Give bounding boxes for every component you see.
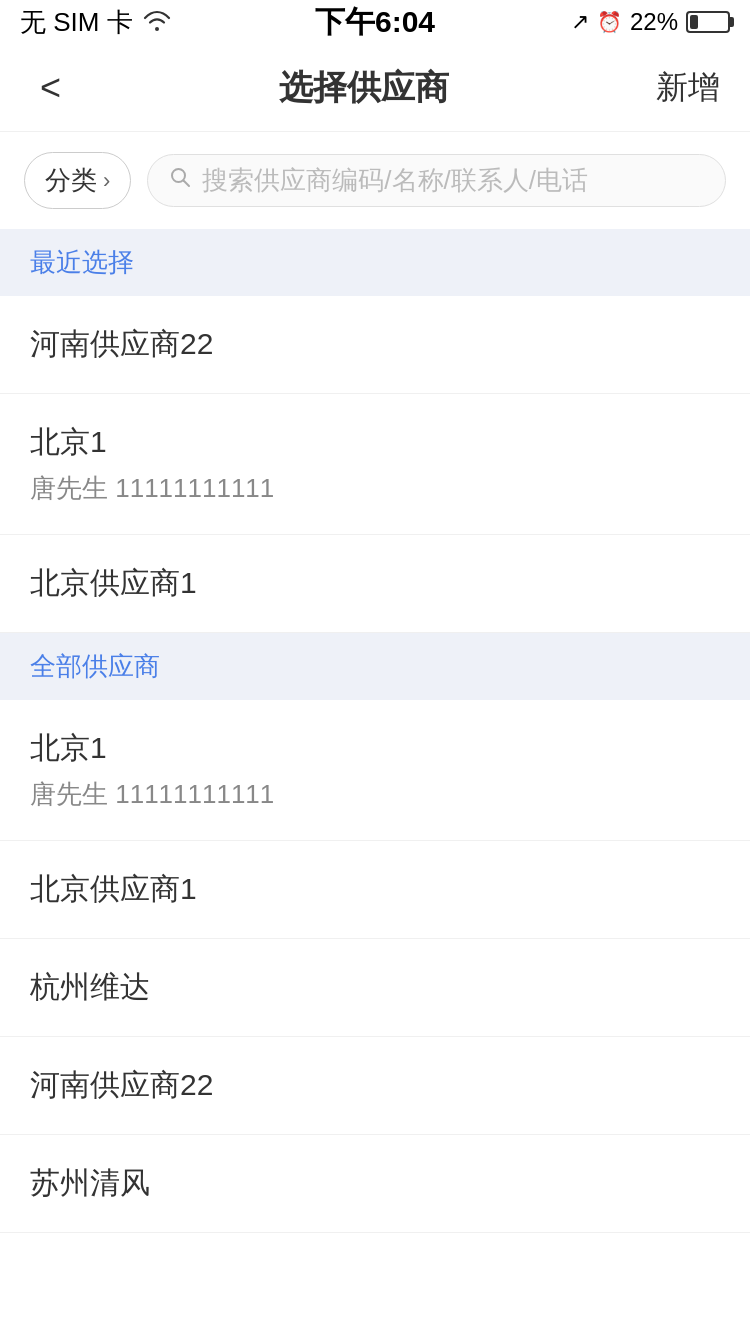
nav-bar: < 选择供应商 新增 — [0, 44, 750, 132]
item-name: 北京1 — [30, 728, 720, 769]
recent-list-item[interactable]: 北京供应商1 — [0, 535, 750, 633]
carrier-text: 无 SIM 卡 — [20, 5, 133, 40]
recent-items-list: 河南供应商22 北京1 唐先生 11111111111 北京供应商1 — [0, 296, 750, 633]
status-time: 下午6:04 — [315, 2, 435, 43]
all-list-item[interactable]: 杭州维达 — [0, 939, 750, 1037]
search-icon — [168, 165, 192, 196]
battery-fill — [690, 15, 698, 29]
add-button[interactable]: 新增 — [656, 66, 720, 110]
category-filter[interactable]: 分类 › — [24, 152, 131, 209]
item-name: 河南供应商22 — [30, 324, 720, 365]
status-left: 无 SIM 卡 — [20, 5, 171, 40]
battery-icon — [686, 11, 730, 33]
search-box[interactable] — [147, 154, 726, 207]
item-name: 河南供应商22 — [30, 1065, 720, 1106]
item-name: 杭州维达 — [30, 967, 720, 1008]
recent-list-item[interactable]: 河南供应商22 — [0, 296, 750, 394]
all-list-item[interactable]: 苏州清风 — [0, 1135, 750, 1233]
search-input[interactable] — [202, 165, 705, 196]
status-bar: 无 SIM 卡 下午6:04 ↗ ⏰ 22% — [0, 0, 750, 44]
svg-line-1 — [184, 181, 190, 187]
chevron-right-icon: › — [103, 168, 110, 194]
all-section-label: 全部供应商 — [30, 651, 160, 681]
battery-percent: 22% — [630, 8, 678, 36]
category-label: 分类 — [45, 163, 97, 198]
all-items-list: 北京1 唐先生 11111111111 北京供应商1 杭州维达河南供应商22 苏州清… — [0, 700, 750, 1233]
item-name: 北京供应商1 — [30, 869, 720, 910]
item-name: 苏州清风 — [30, 1163, 720, 1204]
location-icon: ↗ — [571, 9, 589, 35]
recent-section-label: 最近选择 — [30, 247, 134, 277]
page-title: 选择供应商 — [279, 65, 449, 111]
recent-section-header: 最近选择 — [0, 229, 750, 296]
item-sub: 唐先生 11111111111 — [30, 471, 720, 506]
item-name: 北京1 — [30, 422, 720, 463]
all-list-item[interactable]: 北京供应商1 — [0, 841, 750, 939]
all-section-header: 全部供应商 — [0, 633, 750, 700]
status-right: ↗ ⏰ 22% — [571, 8, 730, 36]
all-list-item[interactable]: 河南供应商22 — [0, 1037, 750, 1135]
item-name: 北京供应商1 — [30, 563, 720, 604]
wifi-icon — [143, 7, 171, 38]
all-list-item[interactable]: 北京1 唐先生 11111111111 — [0, 700, 750, 841]
item-sub: 唐先生 11111111111 — [30, 777, 720, 812]
back-button[interactable]: < — [30, 57, 71, 119]
alarm-icon: ⏰ — [597, 10, 622, 34]
filter-bar: 分类 › — [0, 132, 750, 229]
recent-list-item[interactable]: 北京1 唐先生 11111111111 — [0, 394, 750, 535]
